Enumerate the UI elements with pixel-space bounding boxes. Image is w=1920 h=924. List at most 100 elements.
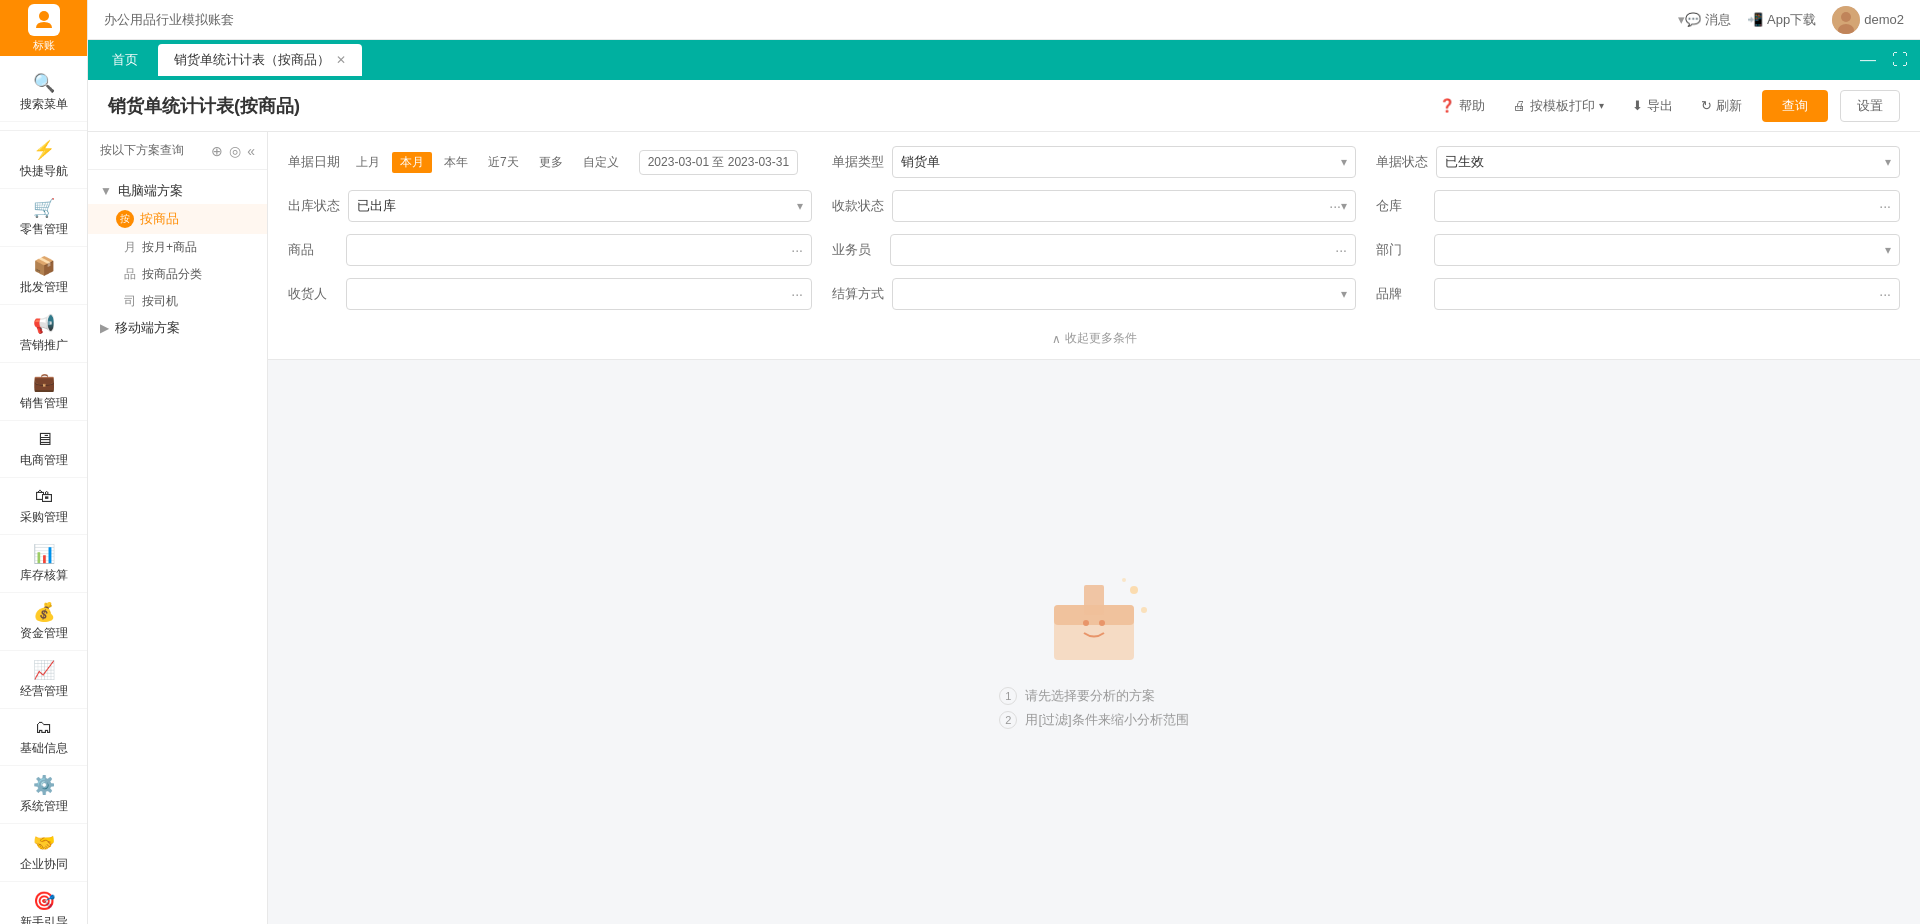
content-area: 销货单统计计表(按商品) ❓ 帮助 🖨 按模板打印 ▾ ⬇ 导出 ↻ 刷新: [88, 80, 1920, 924]
scheme-sub-item-month-goods[interactable]: 月 按月+商品: [88, 234, 267, 261]
payment-status-control[interactable]: ··· ▾: [892, 190, 1356, 222]
sidebar-item-finance[interactable]: 💰 资金管理: [0, 593, 87, 651]
status-control[interactable]: 已生效 ▾: [1436, 146, 1900, 178]
sidebar-item-ecommerce[interactable]: 🖥 电商管理: [0, 421, 87, 478]
dept-label: 部门: [1376, 241, 1426, 259]
scheme-sidebar: 按以下方案查询 ⊕ ◎ « ▼ 电脑端方案 按 按商品: [88, 132, 268, 924]
date-tab-7days[interactable]: 近7天: [480, 152, 527, 173]
scheme-group-mobile[interactable]: ▶ 移动端方案: [88, 315, 267, 341]
collapse-up-icon: ∧: [1052, 332, 1061, 346]
tab-expand-icon[interactable]: ⛶: [1888, 47, 1912, 73]
staff-label: 业务员: [832, 241, 882, 259]
scheme-settings-icon[interactable]: ◎: [229, 143, 241, 159]
query-btn[interactable]: 查询: [1762, 90, 1828, 122]
scheme-collapse-icon[interactable]: «: [247, 143, 255, 159]
scheme-sub-item-driver[interactable]: 司 按司机: [88, 288, 267, 315]
sidebar-item-sales[interactable]: 💼 销售管理: [0, 363, 87, 421]
svg-point-2: [1841, 12, 1851, 22]
sub-item-icon-month: 月: [124, 239, 136, 256]
brand-dots-icon: ···: [1879, 286, 1891, 302]
storage-control[interactable]: ···: [1434, 190, 1900, 222]
sidebar-item-marketing[interactable]: 📢 营销推广: [0, 305, 87, 363]
date-filter: 上月 本月 本年 近7天 更多 自定义 2023-03-01 至 2023-03…: [348, 150, 812, 175]
date-tabs: 上月 本月 本年 近7天 更多 自定义: [348, 152, 627, 173]
top-bar: 办公用品行业模拟账套 ▾ 💬 消息 📲 App下载 demo2: [88, 0, 1920, 40]
filter-item-storage: 仓库 ···: [1376, 190, 1900, 222]
sidebar-item-wholesale[interactable]: 📦 批发管理: [0, 247, 87, 305]
username: demo2: [1864, 12, 1904, 27]
scheme-group-desktop[interactable]: ▼ 电脑端方案: [88, 178, 267, 204]
date-range-display[interactable]: 2023-03-01 至 2023-03-31: [639, 150, 798, 175]
status-label: 单据状态: [1376, 153, 1428, 171]
scheme-tree: ▼ 电脑端方案 按 按商品 月 按月+商品 品 按商品分类: [88, 170, 267, 349]
sidebar-item-inventory[interactable]: 📊 库存核算: [0, 535, 87, 593]
export-btn[interactable]: ⬇ 导出: [1624, 93, 1681, 119]
empty-illustration: [1034, 555, 1154, 675]
sidebar-item-operations[interactable]: 📈 经营管理: [0, 651, 87, 709]
staff-control[interactable]: ···: [890, 234, 1356, 266]
staff-dots-icon: ···: [1335, 242, 1347, 258]
sidebar-item-newbie[interactable]: 🎯 新手引导: [0, 882, 87, 924]
date-tab-custom[interactable]: 自定义: [575, 152, 627, 173]
sidebar-item-quick-nav[interactable]: ⚡ 快捷导航: [0, 131, 87, 189]
print-btn[interactable]: 🖨 按模板打印 ▾: [1505, 93, 1612, 119]
tab-minimize-icon[interactable]: —: [1856, 47, 1880, 73]
finance-icon: 💰: [33, 601, 55, 623]
page-actions: ❓ 帮助 🖨 按模板打印 ▾ ⬇ 导出 ↻ 刷新 查询 设置: [1431, 90, 1900, 122]
filter-item-payment-status: 收款状态 ··· ▾: [832, 190, 1356, 222]
sidebar-item-system[interactable]: ⚙️ 系统管理: [0, 766, 87, 824]
payment-status-label: 收款状态: [832, 197, 884, 215]
refresh-btn[interactable]: ↻ 刷新: [1693, 93, 1750, 119]
scheme-sub-item-goods-category[interactable]: 品 按商品分类: [88, 261, 267, 288]
group-expand-icon: ▼: [100, 184, 112, 198]
sidebar-item-purchase[interactable]: 🛍 采购管理: [0, 478, 87, 535]
user-profile-btn[interactable]: demo2: [1832, 6, 1904, 34]
operations-icon: 📈: [33, 659, 55, 681]
sidebar-item-enterprise[interactable]: 🤝 企业协同: [0, 824, 87, 882]
step-2-num: 2: [999, 711, 1017, 729]
sidebar-item-basic[interactable]: 🗂 基础信息: [0, 709, 87, 766]
top-bar-actions: 💬 消息 📲 App下载 demo2: [1685, 6, 1904, 34]
tab-close-icon[interactable]: ✕: [336, 53, 346, 67]
svg-point-8: [1099, 620, 1105, 626]
tab-sales-stats[interactable]: 销货单统计计表（按商品） ✕: [158, 44, 362, 76]
sales-icon: 💼: [33, 371, 55, 393]
scheme-item-by-goods[interactable]: 按 按商品: [88, 204, 267, 234]
svg-point-10: [1141, 607, 1147, 613]
warehouse-status-label: 出库状态: [288, 197, 340, 215]
avatar: [1832, 6, 1860, 34]
type-control[interactable]: 销货单 ▾: [892, 146, 1356, 178]
dropdown-arrow-icon[interactable]: ▾: [1678, 12, 1685, 27]
receiver-control[interactable]: ···: [346, 278, 812, 310]
export-icon: ⬇: [1632, 98, 1643, 113]
receiver-dots-icon: ···: [791, 286, 803, 302]
date-tab-more[interactable]: 更多: [531, 152, 571, 173]
empty-step-2: 2 用[过滤]条件来缩小分析范围: [999, 711, 1188, 729]
sidebar-item-retail[interactable]: 🛒 零售管理: [0, 189, 87, 247]
scheme-header-label: 按以下方案查询: [100, 142, 184, 159]
left-sidebar: 标账 🔍 搜索菜单 ⚡ 快捷导航 🛒 零售管理 📦 批发管理 📢 营销推广 💼 …: [0, 0, 88, 924]
settings-btn[interactable]: 设置: [1840, 90, 1900, 122]
tab-home[interactable]: 首页: [96, 44, 154, 76]
sidebar-item-search[interactable]: 🔍 搜索菜单: [0, 64, 87, 122]
date-tab-this-month[interactable]: 本月: [392, 152, 432, 173]
step-1-text: 请先选择要分析的方案: [1025, 687, 1155, 705]
messages-btn[interactable]: 💬 消息: [1685, 11, 1731, 29]
app-download-btn[interactable]: 📲 App下载: [1747, 11, 1816, 29]
brand-control[interactable]: ···: [1434, 278, 1900, 310]
scheme-add-icon[interactable]: ⊕: [211, 143, 223, 159]
goods-control[interactable]: ···: [346, 234, 812, 266]
tab-bar: 首页 销货单统计计表（按商品） ✕ — ⛶: [88, 40, 1920, 80]
warehouse-status-control[interactable]: 已出库 ▾: [348, 190, 812, 222]
collapse-btn[interactable]: ∧ 收起更多条件: [288, 322, 1900, 355]
scheme-actions: ⊕ ◎ «: [211, 143, 255, 159]
warehouse-arrow-icon: ▾: [797, 199, 803, 213]
date-tab-this-year[interactable]: 本年: [436, 152, 476, 173]
dept-control[interactable]: ▾: [1434, 234, 1900, 266]
help-btn[interactable]: ❓ 帮助: [1431, 93, 1493, 119]
quick-nav-icon: ⚡: [33, 139, 55, 161]
payment-method-control[interactable]: ▾: [892, 278, 1356, 310]
sub-item-icon-driver: 司: [124, 293, 136, 310]
type-label: 单据类型: [832, 153, 884, 171]
date-tab-last-month[interactable]: 上月: [348, 152, 388, 173]
